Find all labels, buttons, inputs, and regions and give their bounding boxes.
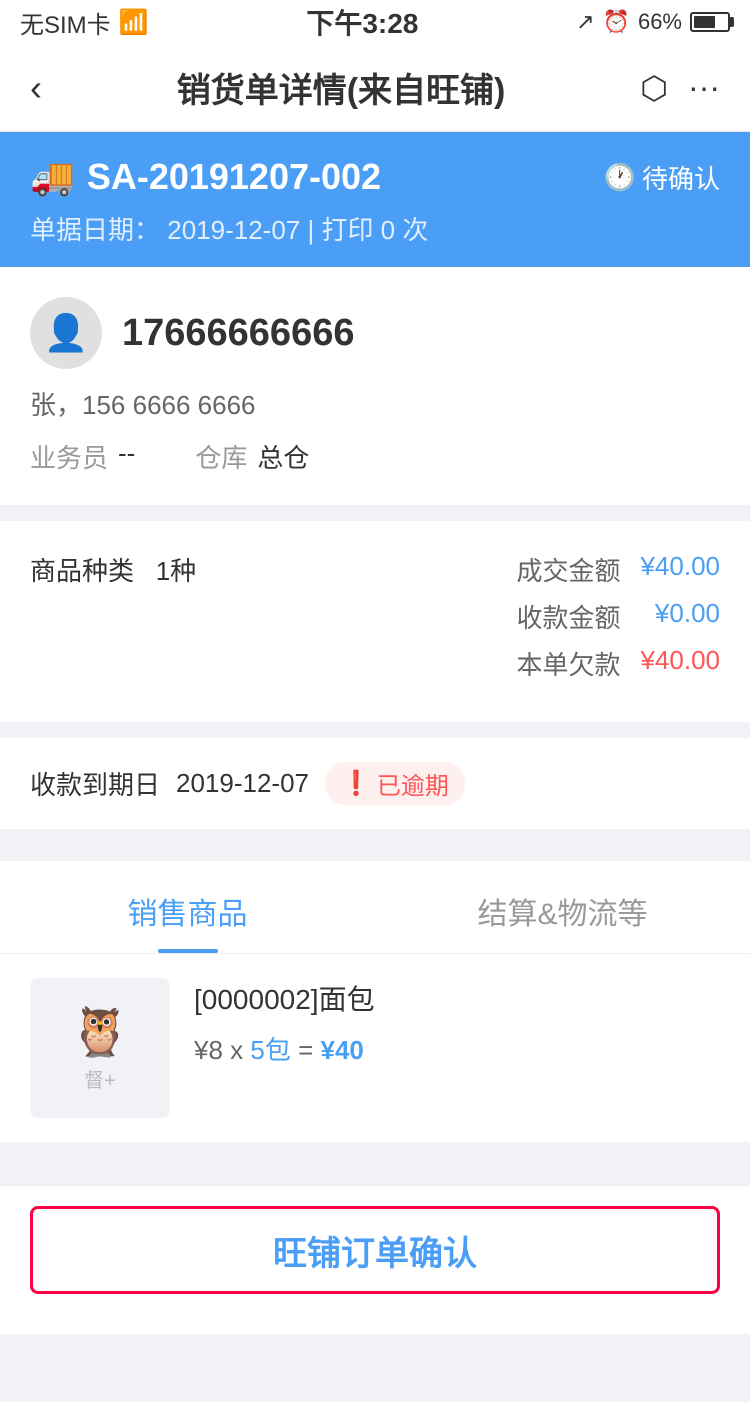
date-label: 单据日期： [30, 215, 160, 245]
order-icon: 🚚 [30, 156, 75, 198]
customer-meta: 业务员 -- 仓库 总仓 [30, 438, 720, 475]
thumb-inner: 🦉 督+ [70, 1003, 130, 1093]
carrier-text: 无SIM卡 [20, 5, 111, 40]
amount-label: 成交金额 [516, 551, 620, 588]
summary-section: 商品种类 1种 成交金额 ¥40.00 收款金额 ¥0.00 本单欠款 ¥40.… [0, 521, 750, 722]
collected-value: ¥0.00 [655, 598, 720, 635]
battery-icon [690, 12, 730, 32]
product-row: 🦉 督+ [0000002]面包 ¥8 x 5包 = ¥40 [30, 978, 720, 1118]
due-date-section: 收款到期日 2019-12-07 ❗ 已逾期 [0, 738, 750, 829]
kind-label: 商品种类 [30, 556, 134, 586]
summary-row: 商品种类 1种 成交金额 ¥40.00 收款金额 ¥0.00 本单欠款 ¥40.… [30, 551, 720, 692]
price-text: ¥8 x [194, 1035, 250, 1065]
order-id-text: SA-20191207-002 [87, 156, 381, 198]
product-section: 🦉 督+ [0000002]面包 ¥8 x 5包 = ¥40 [0, 954, 750, 1142]
status-bar: 无SIM卡 📶 下午3:28 ↗ ⏰ 66% [0, 0, 750, 44]
overdue-badge: ❗ 已逾期 [325, 762, 465, 805]
overdue-icon: ❗ [341, 769, 371, 798]
brand-plus-text: 督+ [84, 1064, 116, 1093]
more-button[interactable]: ··· [688, 69, 720, 106]
wifi-icon: 📶 [119, 8, 149, 37]
status-text: 待确认 [642, 159, 720, 196]
product-info: [0000002]面包 ¥8 x 5包 = ¥40 [194, 978, 720, 1067]
confirm-button[interactable]: 旺铺订单确认 [30, 1206, 720, 1294]
owed-value: ¥40.00 [640, 645, 720, 682]
location-icon: ↗ [576, 9, 594, 35]
time-display: 下午3:28 [306, 2, 418, 42]
avatar: 👤 [30, 297, 102, 369]
tab-settlement[interactable]: 结算&物流等 [375, 861, 750, 953]
warehouse-label: 仓库 [195, 438, 247, 475]
product-price-row: ¥8 x 5包 = ¥40 [194, 1030, 720, 1067]
order-id: 🚚 SA-20191207-002 [30, 156, 381, 198]
print-info: | 打印 0 次 [307, 215, 428, 245]
collected-row: 收款金额 ¥0.00 [516, 598, 720, 635]
price-qty: 5包 [250, 1035, 290, 1065]
tab-products[interactable]: 销售商品 [0, 861, 375, 953]
page-title: 销货单详情(来自旺铺) [177, 63, 506, 112]
salesman-item: 业务员 -- [30, 438, 135, 475]
tabs-row: 销售商品 结算&物流等 [0, 861, 750, 954]
order-banner-top: 🚚 SA-20191207-002 🕐 待确认 [30, 156, 720, 198]
nav-actions: ⬡ ··· [640, 69, 720, 107]
order-status: 🕐 待确认 [604, 159, 720, 196]
nav-bar: ‹ 销货单详情(来自旺铺) ⬡ ··· [0, 44, 750, 132]
owl-icon: 🦉 [70, 1003, 130, 1060]
due-date-value: 2019-12-07 [176, 768, 309, 799]
product-thumbnail: 🦉 督+ [30, 978, 170, 1118]
status-left: 无SIM卡 📶 [20, 5, 149, 40]
share-button[interactable]: ⬡ [640, 69, 668, 107]
tab-products-label: 销售商品 [128, 898, 248, 931]
warehouse-value: 总仓 [257, 438, 309, 475]
product-name: [0000002]面包 [194, 978, 720, 1018]
salesman-label: 业务员 [30, 438, 108, 475]
amount-row: 成交金额 ¥40.00 [516, 551, 720, 588]
summary-left: 商品种类 1种 [30, 551, 196, 588]
order-date-row: 单据日期： 2019-12-07 | 打印 0 次 [30, 210, 720, 247]
date-value: 2019-12-07 [167, 215, 300, 245]
tab-settlement-label: 结算&物流等 [477, 898, 647, 931]
owed-row: 本单欠款 ¥40.00 [516, 645, 720, 682]
equals-text: = [291, 1035, 321, 1065]
owed-label: 本单欠款 [516, 645, 620, 682]
battery-text: 66% [638, 9, 682, 35]
customer-section: 👤 17666666666 张，156 6666 6666 业务员 -- 仓库 … [0, 267, 750, 505]
warehouse-item: 仓库 总仓 [195, 438, 309, 475]
amount-value: ¥40.00 [640, 551, 720, 588]
due-date-label: 收款到期日 [30, 765, 160, 802]
collected-label: 收款金额 [516, 598, 620, 635]
summary-right: 成交金额 ¥40.00 收款金额 ¥0.00 本单欠款 ¥40.00 [516, 551, 720, 692]
alarm-icon: ⏰ [603, 9, 630, 35]
customer-row: 👤 17666666666 [30, 297, 720, 369]
overdue-text: 已逾期 [377, 766, 449, 801]
customer-name: 张，156 6666 6666 [30, 385, 720, 422]
bottom-bar: 旺铺订单确认 [0, 1185, 750, 1334]
divider-1 [0, 845, 750, 861]
salesman-value: -- [118, 438, 135, 475]
order-banner: 🚚 SA-20191207-002 🕐 待确认 单据日期： 2019-12-07… [0, 132, 750, 267]
customer-phone: 17666666666 [122, 312, 354, 355]
kind-row: 商品种类 1种 [30, 551, 196, 588]
battery-fill [694, 16, 715, 28]
kind-value: 1种 [156, 556, 196, 586]
price-total: ¥40 [320, 1035, 363, 1065]
status-clock-icon: 🕐 [604, 162, 636, 193]
tabs-section: 销售商品 结算&物流等 [0, 861, 750, 954]
status-right: ↗ ⏰ 66% [576, 9, 730, 35]
back-button[interactable]: ‹ [30, 67, 42, 109]
